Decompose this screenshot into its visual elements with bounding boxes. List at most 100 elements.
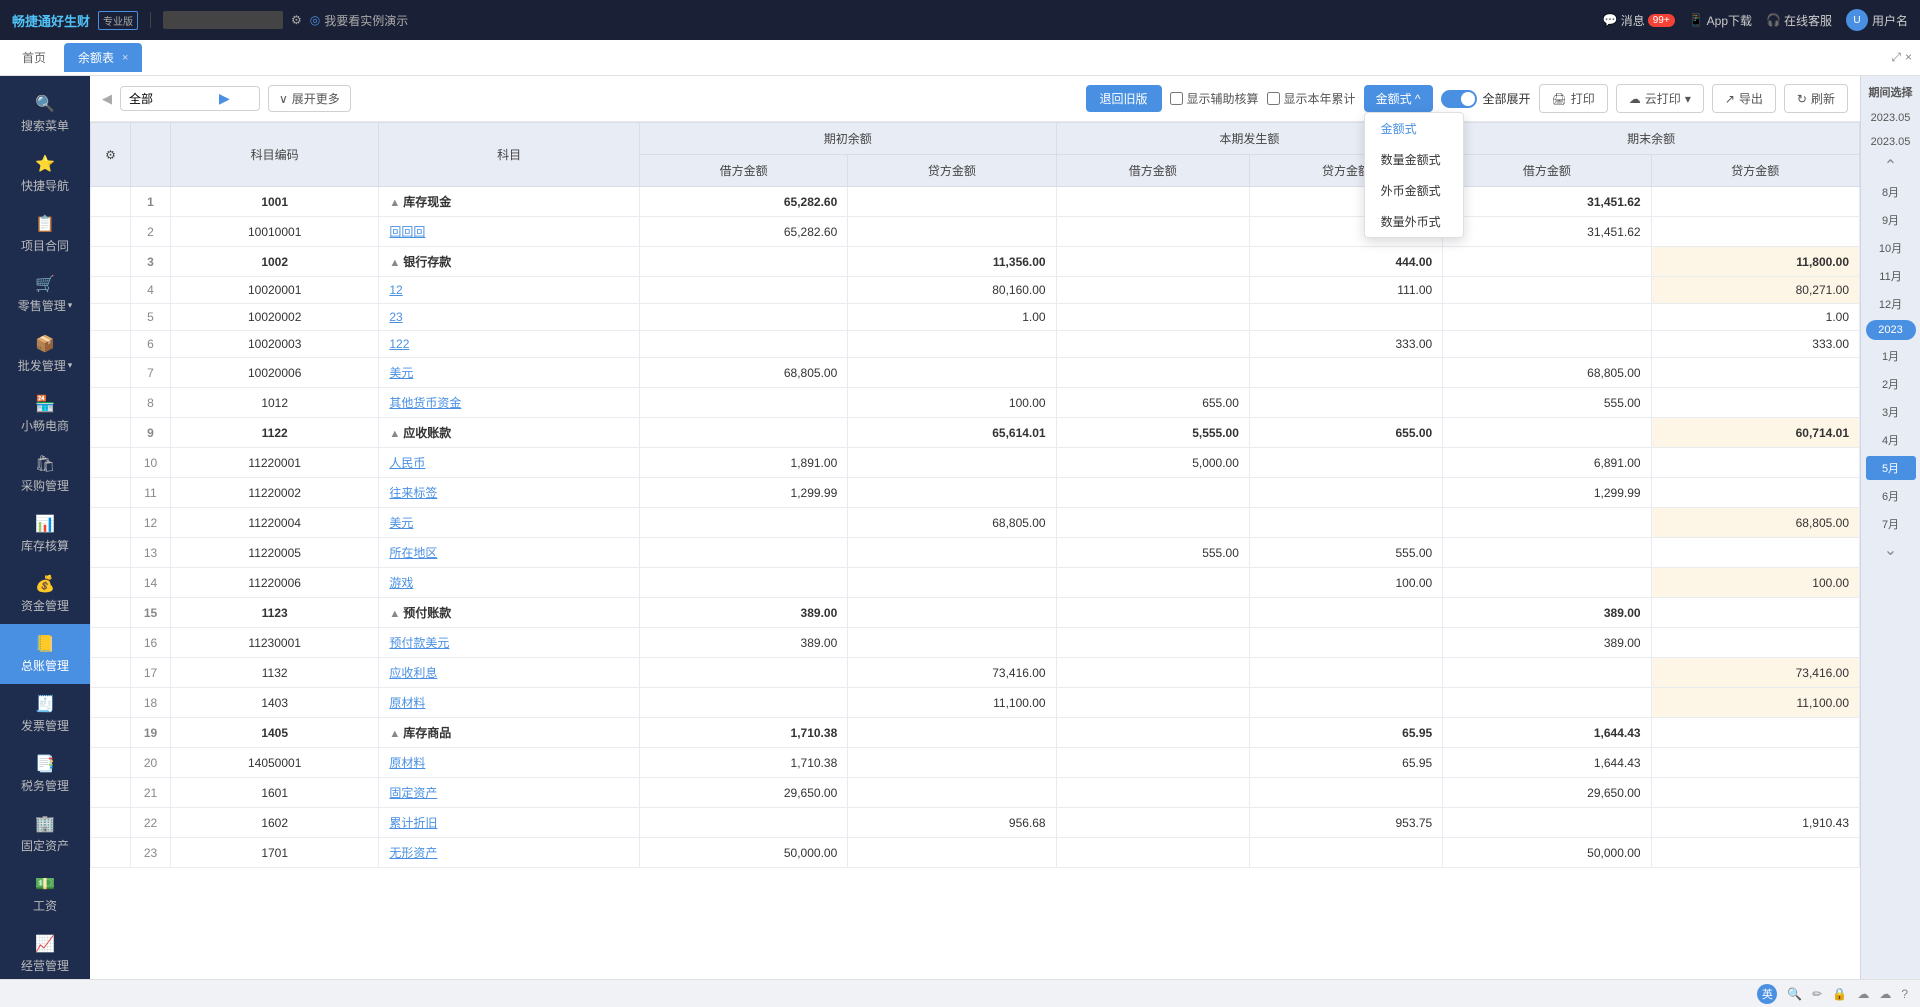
period-2023-year[interactable]: 2023 bbox=[1866, 320, 1916, 340]
gear-icon[interactable]: ⚙ bbox=[291, 13, 302, 27]
cell-name[interactable]: 无形资产 bbox=[379, 838, 640, 868]
auxiliary-check[interactable] bbox=[1170, 92, 1183, 105]
search-confirm-icon[interactable]: ▶ bbox=[219, 90, 230, 107]
cell-name[interactable]: 美元 bbox=[379, 358, 640, 388]
period-7[interactable]: 7月 bbox=[1866, 512, 1916, 536]
mode-option-amount[interactable]: 金额式 bbox=[1365, 113, 1463, 144]
sidebar-item-tax[interactable]: 📑 税务管理 bbox=[0, 744, 90, 804]
sidebar-item-management[interactable]: 📈 经营管理 bbox=[0, 924, 90, 979]
cell-name[interactable]: 应收利息 bbox=[379, 658, 640, 688]
toggle-switch[interactable] bbox=[1441, 90, 1477, 108]
sidebar-item-purchase[interactable]: 🛍 采购管理 bbox=[0, 444, 90, 504]
period-4[interactable]: 4月 bbox=[1866, 428, 1916, 452]
cell-name[interactable]: 23 bbox=[379, 304, 640, 331]
period-6[interactable]: 6月 bbox=[1866, 484, 1916, 508]
subject-search-input[interactable] bbox=[129, 92, 219, 106]
cell-name[interactable]: 其他货币资金 bbox=[379, 388, 640, 418]
period-up-icon[interactable]: ⌃ bbox=[1884, 156, 1897, 176]
cell-name[interactable]: 预付款美元 bbox=[379, 628, 640, 658]
sidebar-item-salary[interactable]: 💵 工资 bbox=[0, 864, 90, 924]
cloud-print-btn[interactable]: ☁ 云打印 ▾ bbox=[1616, 84, 1704, 113]
expand-icon[interactable]: ▲ bbox=[389, 608, 400, 620]
bottom-help-icon[interactable]: ? bbox=[1901, 987, 1908, 1001]
bottom-lang-icon[interactable]: 英 bbox=[1757, 984, 1777, 1004]
period-5[interactable]: 5月 bbox=[1866, 456, 1916, 480]
cell-closing-debit: 31,451.62 bbox=[1443, 187, 1651, 217]
user-avatar[interactable]: U 用户名 bbox=[1846, 9, 1908, 31]
sidebar-item-search[interactable]: 🔍 搜索菜单 bbox=[0, 84, 90, 144]
expand-icon[interactable]: ▲ bbox=[389, 197, 400, 209]
bottom-search-icon[interactable]: 🔍 bbox=[1787, 987, 1802, 1001]
show-ytd-checkbox[interactable]: 显示本年累计 bbox=[1267, 90, 1356, 107]
back-old-btn[interactable]: 退回旧版 bbox=[1086, 85, 1162, 112]
mode-btn[interactable]: 金额式 ^ bbox=[1364, 85, 1433, 112]
bottom-cloud2-icon[interactable]: ☁ bbox=[1879, 987, 1891, 1001]
cell-name[interactable]: 原材料 bbox=[379, 748, 640, 778]
tab-balance[interactable]: 余额表 × bbox=[64, 43, 142, 72]
cell-name[interactable]: 12 bbox=[379, 277, 640, 304]
cell-name[interactable]: 累计折旧 bbox=[379, 808, 640, 838]
expand-icon[interactable]: ▲ bbox=[389, 728, 400, 740]
cell-name[interactable]: 往来标签 bbox=[379, 478, 640, 508]
demo-link[interactable]: ◎ 我要看实例演示 bbox=[310, 12, 409, 29]
show-auxiliary-checkbox[interactable]: 显示辅助核算 bbox=[1170, 90, 1259, 107]
sidebar-item-inventory[interactable]: 📊 库存核算 bbox=[0, 504, 90, 564]
sidebar-item-nav[interactable]: ⭐ 快捷导航 bbox=[0, 144, 90, 204]
tab-home[interactable]: 首页 bbox=[8, 43, 60, 72]
cell-name[interactable]: 人民币 bbox=[379, 448, 640, 478]
mode-option-qty-amount[interactable]: 数量金额式 bbox=[1365, 144, 1463, 175]
expand-more-btn[interactable]: ∨ 展开更多 bbox=[268, 85, 351, 112]
th-settings[interactable]: ⚙ bbox=[91, 123, 131, 187]
period-10[interactable]: 10月 bbox=[1866, 236, 1916, 260]
cell-current-credit bbox=[1249, 688, 1442, 718]
mode-option-qty-foreign[interactable]: 数量外币式 bbox=[1365, 206, 1463, 237]
sidebar-item-finance[interactable]: 💰 资金管理 bbox=[0, 564, 90, 624]
tab-restore-icon[interactable]: ⤢ bbox=[1891, 50, 1901, 65]
sidebar-item-ecommerce[interactable]: 🏪 小畅电商 bbox=[0, 384, 90, 444]
ytd-check[interactable] bbox=[1267, 92, 1280, 105]
refresh-btn[interactable]: ↻ 刷新 bbox=[1784, 84, 1848, 113]
tab-close-icon[interactable]: × bbox=[122, 52, 128, 64]
export-btn[interactable]: ↗ 导出 bbox=[1712, 84, 1776, 113]
sidebar-item-retail[interactable]: 🛒 零售管理 ▾ bbox=[0, 264, 90, 324]
sidebar-item-assets[interactable]: 🏢 固定资产 bbox=[0, 804, 90, 864]
bottom-lock-icon[interactable]: 🔒 bbox=[1832, 987, 1847, 1001]
period-2023-05-bot[interactable]: 2023.05 bbox=[1866, 132, 1916, 152]
back-nav-icon[interactable]: ◀ bbox=[102, 91, 112, 107]
print-btn[interactable]: 🖨 打印 bbox=[1539, 84, 1608, 113]
online-service-btn[interactable]: 🎧 在线客服 bbox=[1766, 12, 1832, 29]
sidebar-item-ledger[interactable]: 📒 总账管理 bbox=[0, 624, 90, 684]
cell-name[interactable]: 原材料 bbox=[379, 688, 640, 718]
period-11[interactable]: 11月 bbox=[1866, 264, 1916, 288]
period-9[interactable]: 9月 bbox=[1866, 208, 1916, 232]
message-btn[interactable]: 💬 消息 99+ bbox=[1603, 12, 1675, 29]
period-2[interactable]: 2月 bbox=[1866, 372, 1916, 396]
period-1[interactable]: 1月 bbox=[1866, 344, 1916, 368]
search-placeholder[interactable] bbox=[163, 11, 283, 29]
bottom-cloud1-icon[interactable]: ☁ bbox=[1857, 987, 1869, 1001]
period-down-icon[interactable]: ⌄ bbox=[1884, 540, 1897, 560]
bottom-edit-icon[interactable]: ✏ bbox=[1812, 987, 1822, 1001]
sidebar-item-wholesale[interactable]: 📦 批发管理 ▾ bbox=[0, 324, 90, 384]
expand-icon[interactable]: ▲ bbox=[389, 428, 400, 440]
tab-close-all-icon[interactable]: × bbox=[1905, 50, 1912, 65]
sidebar-item-contract[interactable]: 📋 项目合同 bbox=[0, 204, 90, 264]
subject-search-box[interactable]: ▶ bbox=[120, 86, 260, 111]
period-2023-05-top[interactable]: 2023.05 bbox=[1866, 108, 1916, 128]
cell-name[interactable]: 固定资产 bbox=[379, 778, 640, 808]
cell-name[interactable]: 回回回 bbox=[379, 217, 640, 247]
cell-name[interactable]: 122 bbox=[379, 331, 640, 358]
cell-name[interactable]: 游戏 bbox=[379, 568, 640, 598]
period-3[interactable]: 3月 bbox=[1866, 400, 1916, 424]
expand-all-toggle[interactable]: 全部展开 bbox=[1441, 90, 1531, 108]
cell-code: 10020002 bbox=[171, 304, 379, 331]
period-8[interactable]: 8月 bbox=[1866, 180, 1916, 204]
app-download-btn[interactable]: 📱 App下载 bbox=[1689, 12, 1752, 29]
period-12[interactable]: 12月 bbox=[1866, 292, 1916, 316]
mode-option-foreign-amount[interactable]: 外币金额式 bbox=[1365, 175, 1463, 206]
cell-name[interactable]: 所在地区 bbox=[379, 538, 640, 568]
cell-name: ▲银行存款 bbox=[379, 247, 640, 277]
cell-name[interactable]: 美元 bbox=[379, 508, 640, 538]
sidebar-item-invoice[interactable]: 🧾 发票管理 bbox=[0, 684, 90, 744]
expand-icon[interactable]: ▲ bbox=[389, 257, 400, 269]
